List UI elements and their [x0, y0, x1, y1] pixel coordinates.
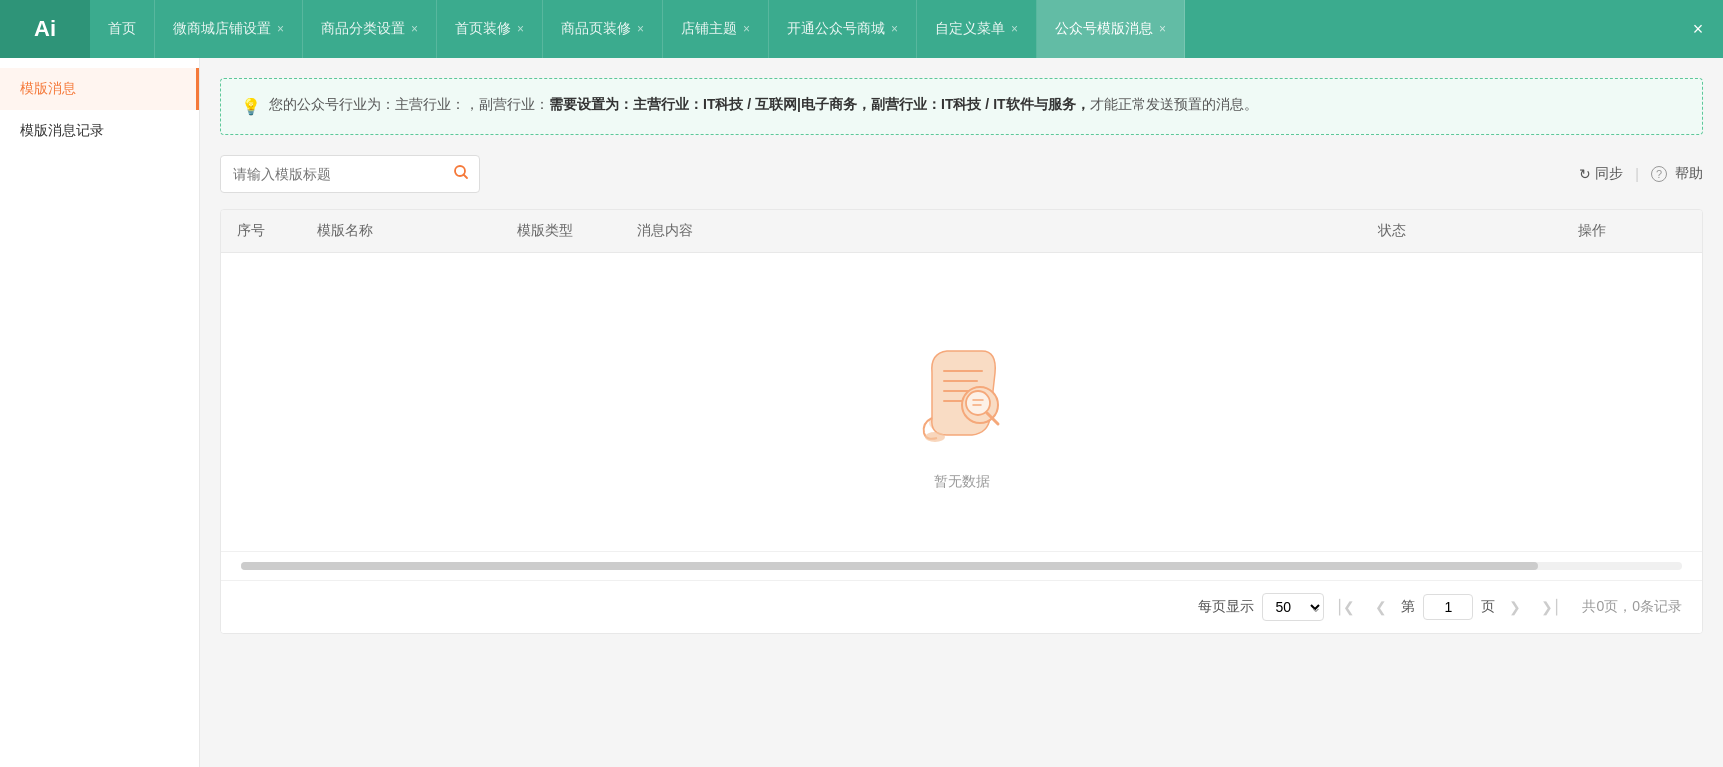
last-page-button[interactable]: ❯⎮	[1535, 595, 1566, 619]
logo: Ai	[0, 0, 90, 58]
data-table: 序号模版名称模版类型消息内容状态操作	[220, 209, 1703, 634]
svg-point-12	[925, 432, 945, 442]
sidebar-item[interactable]: 模版消息记录	[0, 110, 199, 152]
notice-icon: 💡	[241, 94, 261, 120]
scrollbar-area	[221, 551, 1702, 580]
pagination-total: 共0页，0条记录	[1582, 598, 1682, 616]
per-page-select[interactable]: 102050100	[1262, 593, 1324, 621]
nav-tab[interactable]: 商品分类设置 ×	[303, 0, 437, 58]
help-button[interactable]: ? 帮助	[1651, 165, 1703, 183]
prev-page-button[interactable]: ❮	[1369, 595, 1393, 619]
table-header-cell: 消息内容	[621, 210, 1362, 252]
nav-tab-label: 公众号模版消息	[1055, 20, 1153, 38]
search-input-wrap	[220, 155, 480, 193]
sync-button[interactable]: ↻ 同步	[1579, 165, 1623, 183]
help-label: 帮助	[1675, 165, 1703, 183]
nav-tab-label: 自定义菜单	[935, 20, 1005, 38]
empty-state: 暂无数据	[221, 253, 1702, 551]
table-header-cell: 模版名称	[301, 210, 501, 252]
nav-tab-label: 开通公众号商城	[787, 20, 885, 38]
close-tab-icon[interactable]: ×	[891, 22, 898, 36]
table-header-cell: 序号	[221, 210, 301, 252]
table-header-cell: 模版类型	[501, 210, 621, 252]
empty-icon	[902, 333, 1022, 453]
nav-tab[interactable]: 店铺主题 ×	[663, 0, 769, 58]
nav-tab[interactable]: 商品页装修 ×	[543, 0, 663, 58]
notice-banner: 💡 您的公众号行业为：主营行业：，副营行业：需要设置为：主营行业：IT科技 / …	[220, 78, 1703, 135]
close-tab-icon[interactable]: ×	[743, 22, 750, 36]
search-icon	[453, 164, 469, 180]
search-bar: ↻ 同步 | ? 帮助	[220, 155, 1703, 193]
fake-scrollbar[interactable]	[241, 562, 1682, 570]
nav-tab[interactable]: 自定义菜单 ×	[917, 0, 1037, 58]
pagination: 每页显示 102050100 ⌄ ⎮❮ ❮ 第 页 ❯ ❯⎮ 共0页，0条记录	[221, 580, 1702, 633]
table-header-cell: 状态	[1362, 210, 1562, 252]
next-page-button[interactable]: ❯	[1503, 595, 1527, 619]
top-nav: Ai 首页微商城店铺设置×商品分类设置×首页装修×商品页装修×店铺主题×开通公众…	[0, 0, 1723, 58]
per-page-label: 每页显示	[1198, 598, 1254, 616]
svg-line-1	[464, 174, 468, 178]
nav-tab[interactable]: 微商城店铺设置 ×	[155, 0, 303, 58]
close-all-button[interactable]: ×	[1673, 0, 1723, 58]
help-icon: ?	[1651, 166, 1667, 182]
nav-tab-label: 首页	[108, 20, 136, 38]
content-area: 💡 您的公众号行业为：主营行业：，副营行业：需要设置为：主营行业：IT科技 / …	[200, 58, 1723, 767]
page-suffix: 页	[1481, 598, 1495, 616]
close-tab-icon[interactable]: ×	[637, 22, 644, 36]
nav-tab[interactable]: 首页装修 ×	[437, 0, 543, 58]
sync-icon: ↻	[1579, 166, 1591, 182]
search-input[interactable]	[221, 158, 443, 190]
main-layout: 模版消息模版消息记录 💡 您的公众号行业为：主营行业：，副营行业：需要设置为：主…	[0, 58, 1723, 767]
nav-tab[interactable]: 首页	[90, 0, 155, 58]
nav-tab[interactable]: 公众号模版消息 ×	[1037, 0, 1185, 58]
svg-point-8	[966, 391, 990, 415]
close-tab-icon[interactable]: ×	[277, 22, 284, 36]
close-tab-icon[interactable]: ×	[1159, 22, 1166, 36]
current-page-input[interactable]	[1423, 594, 1473, 620]
nav-tab-label: 店铺主题	[681, 20, 737, 38]
first-page-button[interactable]: ⎮❮	[1330, 595, 1361, 619]
nav-tab-label: 商品页装修	[561, 20, 631, 38]
table-header-cell: 操作	[1562, 210, 1702, 252]
toolbar-divider: |	[1635, 166, 1639, 182]
search-button[interactable]	[443, 156, 479, 192]
empty-text: 暂无数据	[934, 473, 990, 491]
nav-tab-label: 微商城店铺设置	[173, 20, 271, 38]
toolbar-right: ↻ 同步 | ? 帮助	[1579, 165, 1703, 183]
scrollbar-thumb	[241, 562, 1538, 570]
nav-tabs: 首页微商城店铺设置×商品分类设置×首页装修×商品页装修×店铺主题×开通公众号商城…	[90, 0, 1673, 58]
sidebar-item[interactable]: 模版消息	[0, 68, 199, 110]
per-page-select-wrap: 102050100 ⌄	[1262, 593, 1322, 621]
close-tab-icon[interactable]: ×	[517, 22, 524, 36]
notice-text: 您的公众号行业为：主营行业：，副营行业：需要设置为：主营行业：IT科技 / 互联…	[269, 93, 1258, 115]
nav-tab[interactable]: 开通公众号商城 ×	[769, 0, 917, 58]
close-tab-icon[interactable]: ×	[1011, 22, 1018, 36]
table-header: 序号模版名称模版类型消息内容状态操作	[221, 210, 1702, 253]
sync-label: 同步	[1595, 165, 1623, 183]
nav-tab-label: 商品分类设置	[321, 20, 405, 38]
nav-tab-label: 首页装修	[455, 20, 511, 38]
sidebar: 模版消息模版消息记录	[0, 58, 200, 767]
page-prefix: 第	[1401, 598, 1415, 616]
close-tab-icon[interactable]: ×	[411, 22, 418, 36]
